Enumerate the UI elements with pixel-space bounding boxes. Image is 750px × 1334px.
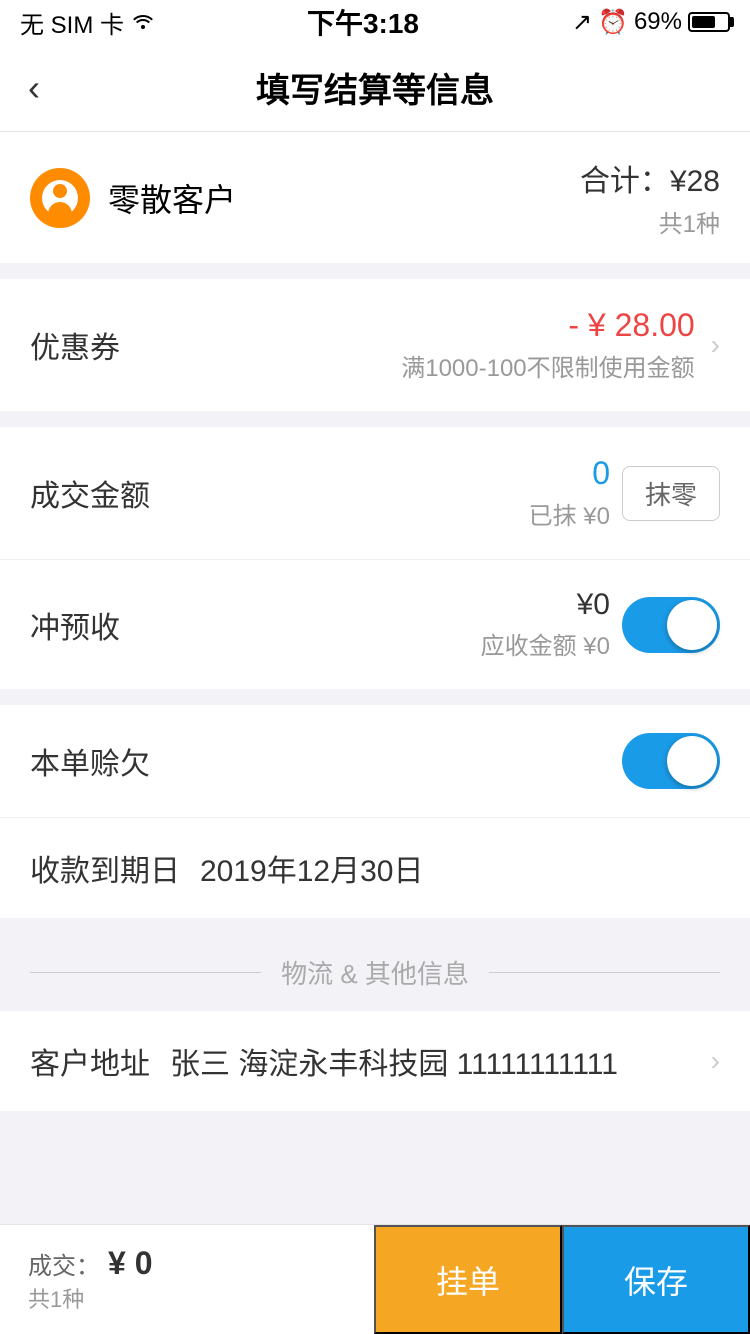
prepay-sub: 应收金额 ¥0 (481, 626, 610, 661)
bottom-summary-amount: ¥ 0 (108, 1245, 152, 1282)
transaction-value: 0 (529, 455, 610, 492)
battery-percent: 69% (634, 8, 682, 36)
status-right: ↗ ⏰ 69% (572, 8, 730, 37)
alarm-icon: ⏰ (598, 8, 628, 37)
credit-section: 本单赊欠 收款到期日 2019年12月30日 (0, 705, 750, 918)
prepay-value-block: ¥0 应收金额 ¥0 (481, 588, 610, 661)
credit-toggle[interactable] (622, 733, 720, 789)
avatar (30, 168, 90, 228)
transaction-section: 成交金额 0 已抹 ¥0 抹零 冲预收 ¥0 应收金额 ¥0 (0, 427, 750, 689)
total-count: 共1种 (580, 204, 720, 239)
total-amount: 合计：¥28 (580, 156, 720, 200)
address-row[interactable]: 客户地址 张三 海淀永丰科技园 11111111111 › (0, 1011, 750, 1111)
location-icon: ↗ (572, 8, 592, 37)
round-zero-button[interactable]: 抹零 (622, 466, 720, 521)
customer-section: 零散客户 合计：¥28 共1种 (0, 132, 750, 263)
prepay-value: ¥0 (481, 588, 610, 622)
page-title: 填写结算等信息 (256, 63, 494, 112)
transaction-right: 0 已抹 ¥0 抹零 (529, 455, 720, 531)
credit-label: 本单赊欠 (30, 739, 150, 783)
sim-label: 无 SIM 卡 (20, 5, 124, 40)
address-chevron-icon: › (711, 1045, 720, 1077)
coupon-right: - ¥ 28.00 满1000-100不限制使用金额 › (401, 307, 720, 383)
back-button[interactable]: ‹ (28, 67, 40, 109)
prepay-toggle[interactable] (622, 597, 720, 653)
status-left: 无 SIM 卡 (20, 5, 154, 40)
status-time: 下午3:18 (307, 2, 419, 42)
credit-toggle-knob (667, 736, 717, 786)
customer-name: 零散客户 (108, 175, 236, 221)
coupon-label: 优惠券 (30, 323, 120, 367)
bottom-summary: 成交： ¥ 0 共1种 (0, 1225, 374, 1334)
coupon-value-block: - ¥ 28.00 满1000-100不限制使用金额 (401, 307, 694, 383)
nav-bar: ‹ 填写结算等信息 (0, 44, 750, 132)
coupon-row[interactable]: 优惠券 - ¥ 28.00 满1000-100不限制使用金额 › (0, 279, 750, 411)
customer-summary: 合计：¥28 共1种 (580, 156, 720, 239)
avatar-icon (42, 180, 78, 216)
transaction-label: 成交金额 (30, 471, 150, 515)
toggle-knob (667, 600, 717, 650)
customer-row: 零散客户 合计：¥28 共1种 (0, 132, 750, 263)
logistics-divider: 物流 & 其他信息 (0, 934, 750, 1011)
address-value: 张三 海淀永丰科技园 11111111111 (170, 1039, 687, 1083)
coupon-value: - ¥ 28.00 (401, 307, 694, 344)
bottom-bar: 成交： ¥ 0 共1种 挂单 保存 (0, 1224, 750, 1334)
due-date-value[interactable]: 2019年12月30日 (200, 846, 423, 890)
credit-right (622, 733, 720, 789)
transaction-row: 成交金额 0 已抹 ¥0 抹零 (0, 427, 750, 559)
coupon-chevron-icon: › (711, 329, 720, 361)
content: 零散客户 合计：¥28 共1种 优惠券 - ¥ 28.00 满1000-100不… (0, 132, 750, 1247)
due-date-row: 收款到期日 2019年12月30日 (0, 817, 750, 918)
prepay-label: 冲预收 (30, 603, 120, 647)
address-section[interactable]: 客户地址 张三 海淀永丰科技园 11111111111 › (0, 1011, 750, 1111)
hold-button[interactable]: 挂单 (374, 1225, 562, 1334)
transaction-value-block: 0 已抹 ¥0 (529, 455, 610, 531)
address-label: 客户地址 (30, 1039, 150, 1083)
coupon-section[interactable]: 优惠券 - ¥ 28.00 满1000-100不限制使用金额 › (0, 279, 750, 411)
due-date-label: 收款到期日 (30, 846, 180, 890)
divider-line-right (489, 972, 720, 973)
customer-left: 零散客户 (30, 168, 236, 228)
coupon-sub: 满1000-100不限制使用金额 (401, 348, 694, 383)
bottom-summary-label: 成交： (28, 1246, 100, 1281)
divider-line-left (30, 972, 261, 973)
bottom-summary-count: 共1种 (28, 1282, 346, 1314)
prepay-row: 冲预收 ¥0 应收金额 ¥0 (0, 559, 750, 689)
transaction-sub: 已抹 ¥0 (529, 496, 610, 531)
logistics-label: 物流 & 其他信息 (281, 954, 469, 991)
battery-icon (688, 12, 730, 32)
wifi-icon (132, 9, 154, 35)
prepay-right: ¥0 应收金额 ¥0 (481, 588, 720, 661)
credit-row: 本单赊欠 (0, 705, 750, 817)
save-button[interactable]: 保存 (562, 1225, 750, 1334)
status-bar: 无 SIM 卡 下午3:18 ↗ ⏰ 69% (0, 0, 750, 44)
